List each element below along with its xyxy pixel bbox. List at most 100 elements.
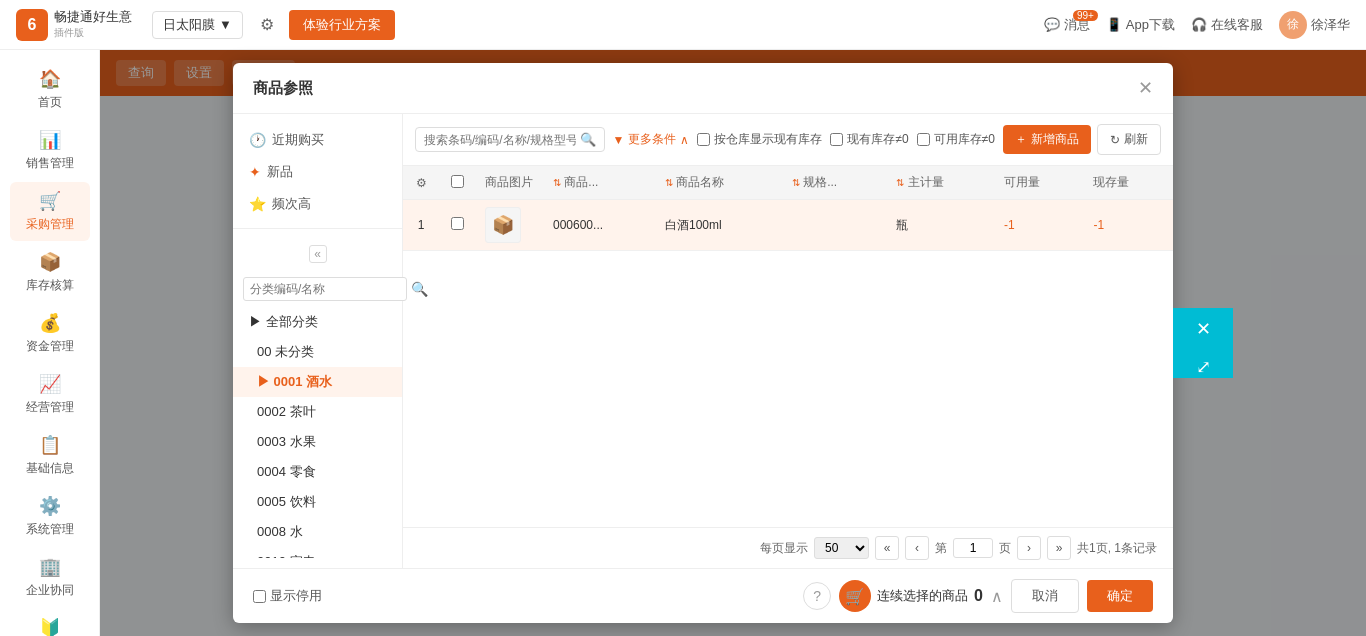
more-filter-btn[interactable]: ▼ 更多条件 ∧ [613,131,690,148]
cancel-btn[interactable]: 取消 [1011,579,1079,613]
category-0010[interactable]: 0010 家电 [233,547,402,558]
category-0004[interactable]: 0004 零食 [233,457,402,487]
sidebar-item-home[interactable]: 🏠 首页 [10,60,90,119]
modal-body: 🕐 近期购买 ✦ 新品 ⭐ 频次高 [233,114,1173,568]
product-table: ⚙ 商品图片 ⇅ 商品... [403,166,1173,251]
th-check [439,166,475,200]
cart-icon[interactable]: 🛒 [839,580,871,612]
modal-left-nav: 🕐 近期购买 ✦ 新品 ⭐ 频次高 [233,124,402,229]
select-all-checkbox[interactable] [451,175,464,188]
sort-unit-icon[interactable]: ⇅ [896,177,904,188]
check-warehouse[interactable] [697,133,710,146]
product-search-input[interactable] [424,133,576,147]
filter-label: 更多条件 [628,131,676,148]
frequent-item[interactable]: ⭐ 频次高 [233,188,402,220]
modal-close-btn[interactable]: ✕ [1138,77,1153,99]
page-prev-btn[interactable]: ‹ [905,536,929,560]
category-0002[interactable]: 0002 茶叶 [233,397,402,427]
confirm-btn[interactable]: 确定 [1087,580,1153,612]
sidebar-item-enterprise[interactable]: 🏢 企业协同 [10,548,90,607]
main-content: 查询 设置 C 刷新 商品参照 ✕ 🕐 [100,50,1366,636]
new-product-item[interactable]: ✦ 新品 [233,156,402,188]
show-disabled-checkbox[interactable] [253,590,266,603]
category-0001[interactable]: ▶ 0001 酒水 [233,367,402,397]
category-all[interactable]: ▶ 全部分类 [233,307,402,337]
user-area[interactable]: 徐 徐泽华 [1279,11,1350,39]
sidebar-item-system[interactable]: ⚙️ 系统管理 [10,487,90,546]
add-product-btn[interactable]: ＋ 新增商品 [1003,125,1091,154]
check-stock-nonzero-label[interactable]: 现有库存≠0 [830,131,908,148]
td-row-name: 白酒100ml [655,200,782,251]
teal-close-icon: ✕ [1196,318,1211,340]
sort-code-icon[interactable]: ⇅ [553,177,561,188]
sidebar-item-finance[interactable]: 💰 资金管理 [10,304,90,363]
finance-icon: 💰 [39,312,61,334]
sidebar-label-system: 系统管理 [26,521,74,538]
sidebar-item-guide[interactable]: 🔰 新手引导 [10,609,90,636]
recent-purchase-item[interactable]: 🕐 近期购买 [233,124,402,156]
total-info: 共1页, 1条记录 [1077,540,1157,557]
plus-icon: ＋ [1015,131,1027,148]
category-0008[interactable]: 0008 水 [233,517,402,547]
sidebar-item-sales[interactable]: 📊 销售管理 [10,121,90,180]
sales-icon: 📊 [39,129,61,151]
help-btn[interactable]: ? [803,582,831,610]
teal-close-btn[interactable]: ✕ [1196,318,1211,340]
table-row[interactable]: 1 📦 000600... 白酒100ml [403,200,1173,251]
sidebar-label-enterprise: 企业协同 [26,582,74,599]
collapse-footer-btn[interactable]: ∧ [991,587,1003,606]
page-last-btn[interactable]: » [1047,536,1071,560]
footer-cart-area: 🛒 连续选择的商品 0 [839,580,983,612]
sidebar-label-finance: 资金管理 [26,338,74,355]
logo-icon: 6 [16,9,48,41]
sort-spec-icon[interactable]: ⇅ [792,177,800,188]
logo-sub: 插件版 [54,26,132,40]
operation-icon: 📈 [39,373,61,395]
nav-selector[interactable]: 日太阳膜 ▼ [152,11,243,39]
refresh-btn[interactable]: ↻ 刷新 [1097,124,1161,155]
avatar: 徐 [1279,11,1307,39]
frequent-label: 频次高 [272,195,311,213]
online-service-btn[interactable]: 🎧 在线客服 [1191,16,1263,34]
phone-icon: 📱 [1106,17,1122,32]
sidebar-item-operation[interactable]: 📈 经营管理 [10,365,90,424]
per-page-select[interactable]: 50 100 [814,537,869,559]
show-disabled-label[interactable]: 显示停用 [253,587,322,605]
teal-expand-btn[interactable]: ⤢ [1196,356,1211,378]
check-stock-nonzero[interactable] [830,133,843,146]
table-header-row: ⚙ 商品图片 ⇅ 商品... [403,166,1173,200]
td-row-no: 1 [403,200,439,251]
refresh-label: 刷新 [1124,131,1148,148]
modal-pagination: 每页显示 50 100 « ‹ 第 页 › » 共 [403,527,1173,568]
category-search-input[interactable] [243,277,407,301]
logo-title: 畅捷通好生意 [54,9,132,26]
check-available-nonzero[interactable] [917,133,930,146]
sidebar-label-basic: 基础信息 [26,460,74,477]
sort-name-icon[interactable]: ⇅ [665,177,673,188]
category-0005[interactable]: 0005 饮料 [233,487,402,517]
sidebar-item-basic[interactable]: 📋 基础信息 [10,426,90,485]
category-00[interactable]: 00 未分类 [233,337,402,367]
category-0003[interactable]: 0003 水果 [233,427,402,457]
basic-icon: 📋 [39,434,61,456]
page-number-input[interactable] [953,538,993,558]
page-next-btn[interactable]: › [1017,536,1041,560]
toolbar-right: ＋ 新增商品 ↻ 刷新 [1003,124,1161,155]
page-first-btn[interactable]: « [875,536,899,560]
sidebar-item-purchase[interactable]: 🛒 采购管理 [10,182,90,241]
continuous-label: 连续选择的商品 [877,587,968,605]
modal-toolbar: 🔍 ▼ 更多条件 ∧ 按仓库显示现有库存 [403,114,1173,166]
check-available-nonzero-label[interactable]: 可用库存≠0 [917,131,995,148]
message-btn[interactable]: 💬 消息 99+ [1044,16,1090,34]
app-download-btn[interactable]: 📱 App下载 [1106,16,1175,34]
collapse-left-btn[interactable]: « [309,245,327,263]
row-checkbox[interactable] [451,217,464,230]
modal-title: 商品参照 [253,79,313,98]
headset-icon: 🎧 [1191,17,1207,32]
product-search-icon[interactable]: 🔍 [580,132,596,147]
settings-icon[interactable]: ⚙ [253,11,281,39]
td-row-stock: -1 [1083,200,1173,251]
check-warehouse-label[interactable]: 按仓库显示现有库存 [697,131,822,148]
experience-btn[interactable]: 体验行业方案 [289,10,395,40]
sidebar-item-inventory[interactable]: 📦 库存核算 [10,243,90,302]
